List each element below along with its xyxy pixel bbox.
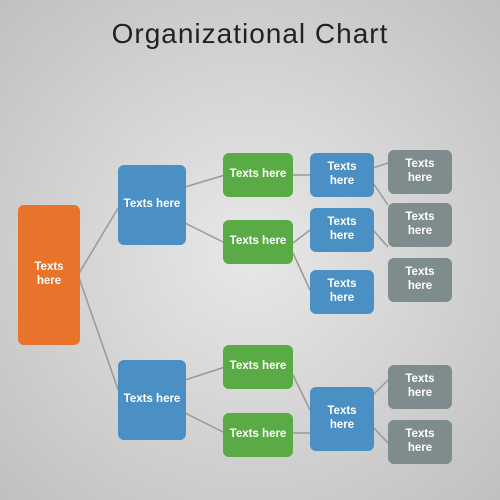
chart-container: Organizational Chart xyxy=(0,0,500,500)
node-g1b[interactable]: Texts here xyxy=(223,220,293,264)
chart-title: Organizational Chart xyxy=(0,0,500,50)
node-root[interactable]: Texts here xyxy=(18,205,80,345)
node-gr2b[interactable]: Texts here xyxy=(388,420,452,464)
node-b1b[interactable]: Texts here xyxy=(310,208,374,252)
node-mid2[interactable]: Texts here xyxy=(118,360,186,440)
node-g2b[interactable]: Texts here xyxy=(223,413,293,457)
node-g2a[interactable]: Texts here xyxy=(223,345,293,389)
node-gr1c[interactable]: Texts here xyxy=(388,258,452,302)
org-wrapper: Texts here Texts here Texts here Texts h… xyxy=(10,75,490,485)
node-b1c[interactable]: Texts here xyxy=(310,270,374,314)
node-gr2a[interactable]: Texts here xyxy=(388,365,452,409)
node-gr1b[interactable]: Texts here xyxy=(388,203,452,247)
node-b2a[interactable]: Texts here xyxy=(310,387,374,451)
node-b1a[interactable]: Texts here xyxy=(310,153,374,197)
node-mid1[interactable]: Texts here xyxy=(118,165,186,245)
node-g1a[interactable]: Texts here xyxy=(223,153,293,197)
node-gr1a[interactable]: Texts here xyxy=(388,150,452,194)
